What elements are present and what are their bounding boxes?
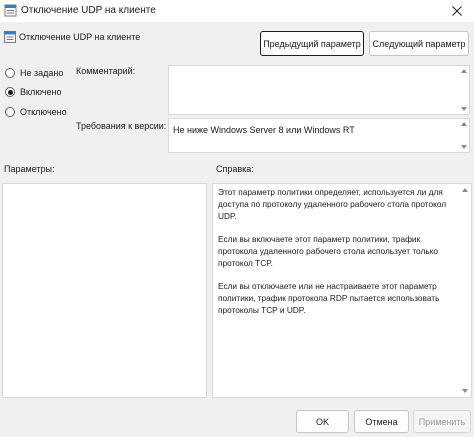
scroll-up-button[interactable] — [461, 69, 467, 73]
next-setting-button[interactable]: Следующий параметр — [369, 31, 469, 56]
radio-label: Включено — [20, 87, 62, 97]
help-paragraph: Если вы отключаете или не настраиваете э… — [218, 281, 440, 315]
comment-label: Комментарий: — [76, 66, 136, 76]
version-requirements-field: Не ниже Windows Server 8 или Windows RT — [168, 118, 470, 153]
comment-textarea[interactable] — [168, 65, 470, 115]
ok-button[interactable]: OK — [296, 410, 349, 433]
chevron-up-icon — [462, 188, 468, 192]
chevron-up-icon — [461, 122, 467, 126]
help-label: Справка: — [216, 164, 254, 174]
radio-disabled[interactable]: Отключено — [5, 107, 67, 117]
params-label: Параметры: — [4, 164, 55, 174]
radio-enabled[interactable]: Включено — [5, 87, 62, 97]
help-paragraph: Этот параметр политики определяет, испол… — [218, 187, 447, 221]
scroll-down-button[interactable] — [461, 145, 467, 149]
help-panel: Этот параметр политики определяет, испол… — [212, 183, 472, 398]
scroll-down-button[interactable] — [461, 107, 467, 111]
radio-button-selected[interactable] — [5, 87, 15, 97]
policy-name: Отключение UDP на клиенте — [19, 32, 141, 42]
radio-label: Отключено — [20, 107, 67, 117]
chevron-up-icon — [461, 69, 467, 73]
cancel-button[interactable]: Отмена — [354, 410, 409, 433]
scroll-down-button[interactable] — [462, 389, 468, 393]
radio-label: Не задано — [20, 68, 64, 78]
policy-setting-icon — [4, 4, 17, 17]
scroll-up-button[interactable] — [461, 122, 467, 126]
chevron-down-icon — [461, 107, 467, 111]
help-paragraph: Если вы включаете этот параметр политики… — [218, 234, 438, 268]
scroll-up-button[interactable] — [462, 188, 468, 192]
previous-setting-button[interactable]: Предыдущий параметр — [260, 31, 364, 56]
radio-not-configured[interactable]: Не задано — [5, 68, 63, 78]
close-button[interactable] — [440, 0, 474, 22]
chevron-down-icon — [461, 145, 467, 149]
radio-button[interactable] — [5, 68, 15, 78]
version-value: Не ниже Windows Server 8 или Windows RT — [173, 125, 355, 135]
policy-setting-icon — [4, 31, 16, 43]
chevron-down-icon — [462, 389, 468, 393]
window-title: Отключение UDP на клиенте — [21, 5, 156, 16]
params-panel — [2, 183, 207, 398]
version-label: Требования к версии: — [76, 121, 167, 131]
close-icon — [452, 6, 462, 16]
radio-button[interactable] — [5, 107, 15, 117]
apply-button[interactable]: Применить — [413, 410, 471, 433]
